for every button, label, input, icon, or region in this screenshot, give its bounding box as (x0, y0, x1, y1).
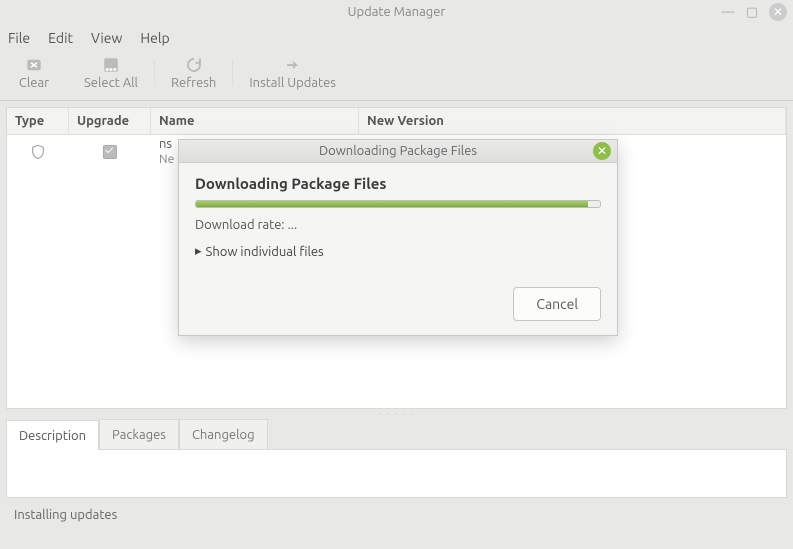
dialog-close-icon[interactable]: ✕ (593, 142, 611, 160)
triangle-right-icon: ▸ (195, 244, 202, 259)
menu-bar: File Edit View Help (0, 24, 793, 54)
select-all-button[interactable]: Select All (68, 56, 154, 90)
select-all-label: Select All (84, 76, 138, 90)
minimize-icon[interactable]: — (721, 5, 735, 19)
col-type[interactable]: Type (7, 108, 69, 134)
progress-fill (196, 201, 588, 207)
menu-help[interactable]: Help (140, 30, 169, 46)
menu-file[interactable]: File (8, 30, 30, 46)
progress-bar (195, 200, 601, 208)
detail-tabs: Description Packages Changelog (6, 419, 787, 450)
tab-panel (6, 450, 787, 498)
install-icon (284, 56, 302, 74)
col-upgrade[interactable]: Upgrade (69, 108, 151, 134)
col-new-version[interactable]: New Version (359, 108, 786, 134)
toolbar: Clear Select All Refresh Install Updates (0, 54, 793, 101)
col-name[interactable]: Name (151, 108, 359, 134)
expand-files-toggle[interactable]: ▸ Show individual files (195, 244, 601, 259)
menu-view[interactable]: View (91, 30, 122, 46)
menu-edit[interactable]: Edit (48, 30, 73, 46)
table-header: Type Upgrade Name New Version (7, 108, 786, 135)
window-title: Update Manager (348, 5, 446, 19)
window-controls: — ▢ ✕ (721, 3, 787, 21)
dialog-titlebar: Downloading Package Files ✕ (179, 140, 617, 163)
install-updates-label: Install Updates (249, 76, 336, 90)
clear-button[interactable]: Clear (0, 56, 68, 90)
dialog-title: Downloading Package Files (319, 144, 477, 158)
shield-icon (30, 143, 46, 161)
install-updates-button[interactable]: Install Updates (233, 56, 352, 90)
refresh-button[interactable]: Refresh (155, 56, 232, 90)
tab-packages[interactable]: Packages (99, 419, 179, 449)
cancel-button[interactable]: Cancel (513, 287, 601, 321)
upgrade-checkbox[interactable] (103, 145, 117, 159)
pane-splitter[interactable]: · · · · · (0, 409, 793, 419)
close-icon[interactable]: ✕ (769, 3, 787, 21)
clear-icon (25, 56, 43, 74)
expand-label: Show individual files (206, 245, 324, 259)
status-text: Installing updates (14, 508, 117, 522)
refresh-label: Refresh (171, 76, 216, 90)
select-all-icon (102, 56, 120, 74)
tab-changelog[interactable]: Changelog (179, 419, 268, 449)
status-bar: Installing updates (0, 498, 793, 532)
dialog-heading: Downloading Package Files (195, 175, 601, 192)
download-rate: Download rate: ... (195, 218, 601, 232)
window-titlebar: Update Manager — ▢ ✕ (0, 0, 793, 24)
maximize-icon[interactable]: ▢ (745, 5, 759, 19)
download-dialog: Downloading Package Files ✕ Downloading … (178, 139, 618, 336)
clear-label: Clear (19, 76, 49, 90)
tab-description[interactable]: Description (6, 420, 99, 450)
refresh-icon (185, 56, 203, 74)
